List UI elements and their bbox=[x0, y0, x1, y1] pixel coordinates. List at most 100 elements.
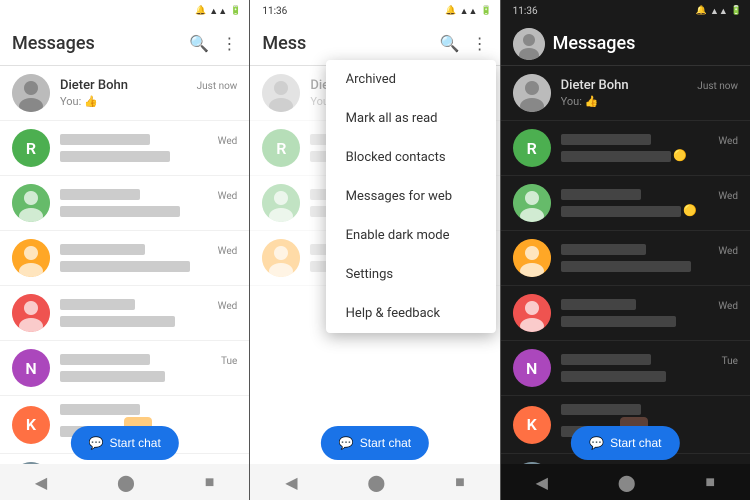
status-bar-3: 11:36 🔔 ▲▲ 🔋 bbox=[501, 0, 750, 22]
list-item[interactable]: Dieter Bohn Just now You: 👍 bbox=[501, 66, 750, 121]
time-label: Wed bbox=[718, 136, 738, 147]
menu-item-mark-read[interactable]: Mark all as read bbox=[326, 99, 496, 138]
time-label: Wed bbox=[718, 301, 738, 312]
chat-icon-3: 💬 bbox=[589, 436, 604, 450]
list-item[interactable]: Wed bbox=[501, 231, 750, 286]
time-label: Wed bbox=[218, 301, 238, 312]
status-icons-3: 🔔 ▲▲ 🔋 bbox=[696, 6, 742, 17]
time-label: Tue bbox=[722, 356, 738, 367]
avatar: R bbox=[513, 129, 551, 167]
nav-bar-2: ◀ ⬤ ■ bbox=[250, 464, 499, 500]
message-content: Wed bbox=[60, 244, 237, 272]
avatar: N bbox=[12, 349, 50, 387]
battery-icon: 🔋 bbox=[480, 6, 491, 16]
avatar: R bbox=[262, 129, 300, 167]
message-content: Dieter Bohn Just now You: 👍 bbox=[561, 78, 738, 108]
menu-item-blocked[interactable]: Blocked contacts bbox=[326, 138, 496, 177]
status-time-2: 11:36 bbox=[262, 6, 287, 17]
time-label: Wed bbox=[718, 246, 738, 257]
avatar: R bbox=[12, 129, 50, 167]
home-icon[interactable]: ⬤ bbox=[117, 473, 135, 492]
time-label: Wed bbox=[218, 191, 238, 202]
avatar: K bbox=[513, 406, 551, 444]
list-item[interactable]: R Wed 🟡 bbox=[501, 121, 750, 176]
blurred-name bbox=[561, 134, 651, 145]
back-icon-2[interactable]: ◀ bbox=[285, 473, 297, 492]
message-content: Wed bbox=[60, 299, 237, 327]
blurred-name bbox=[60, 134, 150, 145]
header-icons-1: 🔍 ⋮ bbox=[189, 34, 237, 53]
blurred-preview bbox=[60, 206, 180, 217]
signal-icon: ▲▲ bbox=[460, 6, 478, 17]
app-title-2: Mess bbox=[262, 33, 306, 54]
home-icon-3[interactable]: ⬤ bbox=[618, 473, 636, 492]
header-icons-2: 🔍 ⋮ bbox=[440, 34, 488, 53]
panel-light-with-menu: 11:36 🔔 ▲▲ 🔋 Mess 🔍 ⋮ Archived Mark all … bbox=[250, 0, 499, 500]
blurred-preview bbox=[561, 206, 681, 217]
blurred-preview bbox=[60, 371, 165, 382]
header-avatar bbox=[513, 28, 545, 60]
blurred-name bbox=[60, 354, 150, 365]
menu-item-archived[interactable]: Archived bbox=[326, 60, 496, 99]
alarm-icon-3: 🔔 bbox=[696, 6, 707, 16]
home-icon-2[interactable]: ⬤ bbox=[367, 473, 385, 492]
avatar bbox=[262, 239, 300, 277]
search-icon[interactable]: 🔍 bbox=[189, 34, 209, 53]
nav-bar-1: ◀ ⬤ ■ bbox=[0, 464, 249, 500]
status-bar-1: 🔔 ▲▲ 🔋 bbox=[0, 0, 249, 22]
status-icons-1: 🔔 ▲▲ 🔋 bbox=[195, 6, 241, 17]
blurred-preview bbox=[561, 151, 671, 162]
status-icons-2: 🔔 ▲▲ 🔋 bbox=[445, 6, 491, 17]
blurred-preview bbox=[561, 371, 666, 382]
back-icon-3[interactable]: ◀ bbox=[536, 473, 548, 492]
list-item[interactable]: R Wed bbox=[0, 121, 249, 176]
back-icon[interactable]: ◀ bbox=[35, 473, 47, 492]
recents-icon-2[interactable]: ■ bbox=[455, 472, 465, 492]
list-item[interactable]: Dieter Bohn Just now You: 👍 bbox=[0, 66, 249, 121]
list-item[interactable]: Wed bbox=[501, 286, 750, 341]
status-time-3: 11:36 bbox=[513, 6, 538, 17]
chat-icon-2: 💬 bbox=[339, 436, 354, 450]
list-item[interactable]: N Tue bbox=[501, 341, 750, 396]
list-item[interactable]: Wed bbox=[0, 176, 249, 231]
avatar bbox=[12, 184, 50, 222]
blurred-name bbox=[561, 244, 646, 255]
start-chat-button-2[interactable]: 💬 Start chat bbox=[321, 426, 429, 460]
blurred-preview bbox=[60, 151, 170, 162]
menu-item-messages-web[interactable]: Messages for web bbox=[326, 177, 496, 216]
search-icon-2[interactable]: 🔍 bbox=[440, 34, 460, 53]
list-item[interactable]: Wed bbox=[0, 231, 249, 286]
blurred-name bbox=[60, 244, 145, 255]
start-chat-button[interactable]: 💬 Start chat bbox=[71, 426, 179, 460]
blurred-preview bbox=[561, 316, 676, 327]
message-content: Wed 🟡 bbox=[561, 189, 738, 217]
list-item[interactable]: Wed bbox=[0, 286, 249, 341]
preview-text: You: 👍 bbox=[561, 95, 738, 108]
start-chat-label: Start chat bbox=[109, 436, 160, 450]
more-icon[interactable]: ⋮ bbox=[221, 34, 237, 53]
app-title-1: Messages bbox=[12, 33, 95, 54]
battery-icon-3: 🔋 bbox=[731, 6, 742, 16]
more-icon-2[interactable]: ⋮ bbox=[472, 34, 488, 53]
app-title-3: Messages bbox=[553, 33, 738, 54]
blurred-name bbox=[561, 354, 651, 365]
recents-icon[interactable]: ■ bbox=[205, 472, 215, 492]
start-chat-button-3[interactable]: 💬 Start chat bbox=[571, 426, 679, 460]
menu-item-dark-mode[interactable]: Enable dark mode bbox=[326, 216, 496, 255]
list-item[interactable]: Wed 🟡 bbox=[501, 176, 750, 231]
message-content: Wed 🟡 bbox=[561, 134, 738, 162]
blurred-name bbox=[561, 404, 641, 415]
avatar: N bbox=[513, 349, 551, 387]
blurred-preview bbox=[561, 261, 691, 272]
menu-item-settings[interactable]: Settings bbox=[326, 255, 496, 294]
blurred-name bbox=[60, 299, 135, 310]
signal-icon: ▲▲ bbox=[209, 6, 227, 17]
menu-item-help[interactable]: Help & feedback bbox=[326, 294, 496, 333]
chat-icon: 💬 bbox=[89, 436, 104, 450]
blurred-name bbox=[60, 404, 140, 415]
recents-icon-3[interactable]: ■ bbox=[705, 472, 715, 492]
message-content: Tue bbox=[561, 354, 738, 382]
list-item[interactable]: N Tue bbox=[0, 341, 249, 396]
message-list-1: Dieter Bohn Just now You: 👍 R Wed bbox=[0, 66, 249, 464]
avatar bbox=[513, 184, 551, 222]
